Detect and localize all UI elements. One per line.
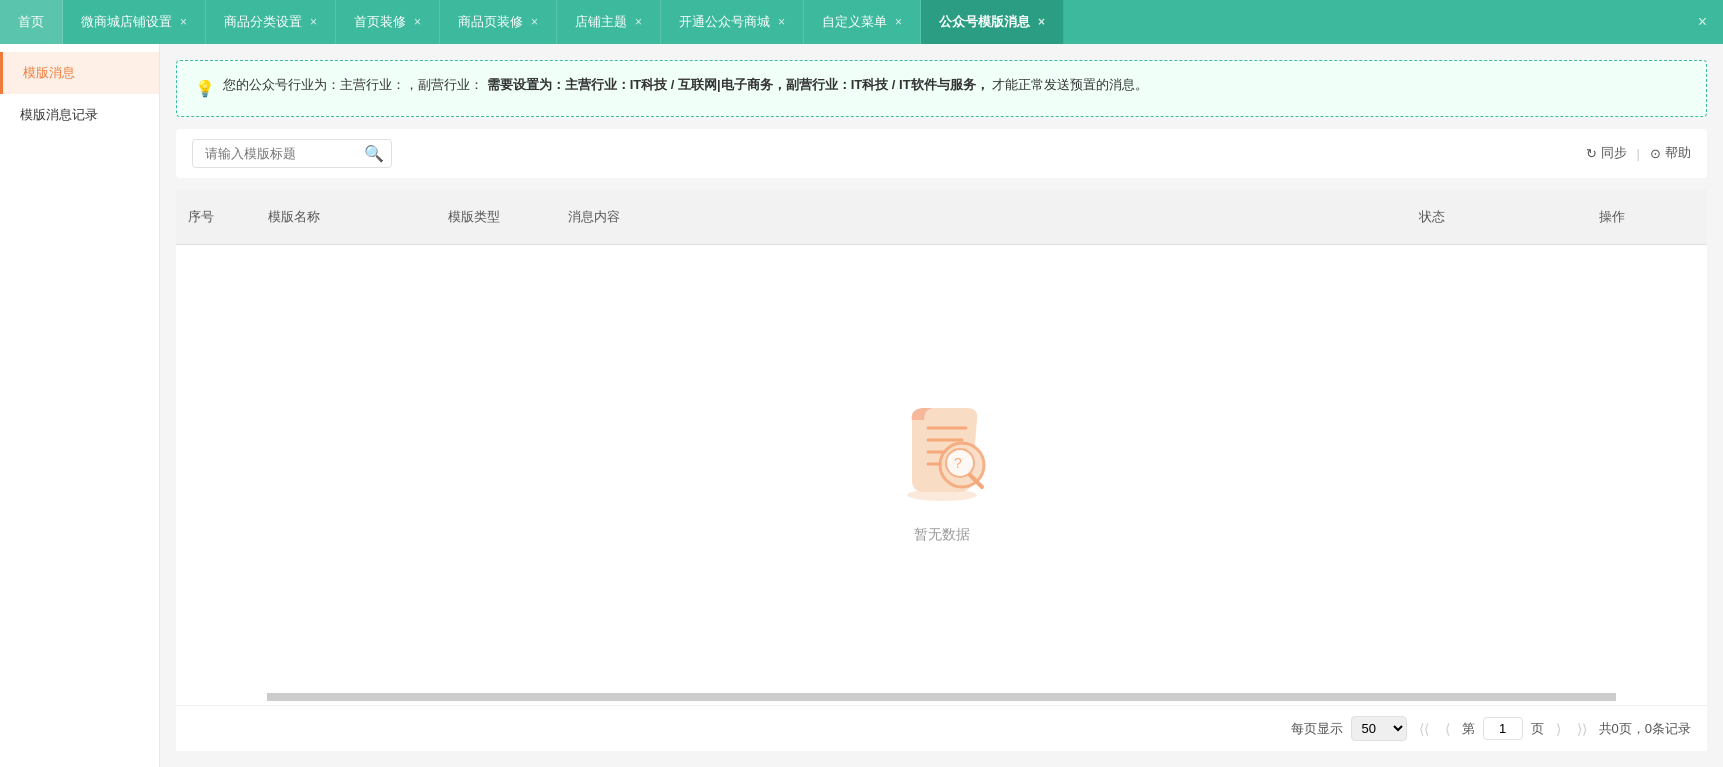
notice-text: 您的公众号行业为：主营行业：，副营行业： 需要设置为：主营行业：IT科技 / 互… bbox=[223, 75, 1148, 96]
global-close-button[interactable]: × bbox=[1682, 13, 1723, 31]
th-index: 序号 bbox=[176, 200, 256, 234]
page-di-label: 第 bbox=[1462, 720, 1475, 738]
tab-home-decor[interactable]: 首页装修 × bbox=[336, 0, 440, 44]
help-button[interactable]: ⊙ 帮助 bbox=[1650, 144, 1691, 162]
content-area: 💡 您的公众号行业为：主营行业：，副营行业： 需要设置为：主营行业：IT科技 /… bbox=[160, 44, 1723, 767]
sync-label: 同步 bbox=[1601, 144, 1627, 162]
sync-icon: ↻ bbox=[1586, 146, 1597, 161]
pagination: 每页显示 50 10 20 100 ⟨⟨ ⟨ 第 页 ⟩ ⟩⟩ 共0页，0条记录 bbox=[176, 705, 1707, 751]
page-total: 共0页，0条记录 bbox=[1599, 720, 1691, 738]
prev-page-button[interactable]: ⟨ bbox=[1441, 719, 1454, 739]
notice-suffix: 才能正常发送预置的消息。 bbox=[992, 77, 1148, 92]
main-layout: 模版消息 模版消息记录 💡 您的公众号行业为：主营行业：，副营行业： 需要设置为… bbox=[0, 44, 1723, 767]
tab-product-decor-label: 商品页装修 bbox=[458, 13, 523, 31]
close-tab-wechat-template-msg[interactable]: × bbox=[1038, 15, 1045, 29]
tab-open-wechat-shop-label: 开通公众号商城 bbox=[679, 13, 770, 31]
close-tab-wsc-shop-setting[interactable]: × bbox=[180, 15, 187, 29]
th-name: 模版名称 bbox=[256, 200, 436, 234]
page-size-label: 每页显示 bbox=[1291, 720, 1343, 738]
notice-highlight: 需要设置为：主营行业：IT科技 / 互联网|电子商务，副营行业：IT科技 / I… bbox=[487, 77, 989, 92]
notice-icon: 💡 bbox=[195, 76, 215, 102]
sidebar-item-template-message-log[interactable]: 模版消息记录 bbox=[0, 94, 159, 136]
tab-home-decor-label: 首页装修 bbox=[354, 13, 406, 31]
table-body: ? 暂无数据 bbox=[176, 245, 1707, 689]
toolbar: 🔍 ↻ 同步 | ⊙ 帮助 bbox=[176, 129, 1707, 178]
tab-custom-menu[interactable]: 自定义菜单 × bbox=[804, 0, 921, 44]
close-tab-home-decor[interactable]: × bbox=[414, 15, 421, 29]
page-unit: 页 bbox=[1531, 720, 1544, 738]
tab-custom-menu-label: 自定义菜单 bbox=[822, 13, 887, 31]
page-size-select[interactable]: 50 10 20 100 bbox=[1351, 716, 1407, 741]
close-tab-open-wechat-shop[interactable]: × bbox=[778, 15, 785, 29]
tab-product-decor[interactable]: 商品页装修 × bbox=[440, 0, 557, 44]
close-tab-product-decor[interactable]: × bbox=[531, 15, 538, 29]
last-page-button[interactable]: ⟩⟩ bbox=[1573, 719, 1591, 739]
sidebar: 模版消息 模版消息记录 bbox=[0, 44, 160, 767]
th-action: 操作 bbox=[1587, 200, 1707, 234]
notice-box: 💡 您的公众号行业为：主营行业：，副营行业： 需要设置为：主营行业：IT科技 /… bbox=[176, 60, 1707, 117]
empty-illustration: ? bbox=[882, 390, 1002, 510]
th-type: 模版类型 bbox=[436, 200, 556, 234]
close-tab-custom-menu[interactable]: × bbox=[895, 15, 902, 29]
close-tab-shop-theme[interactable]: × bbox=[635, 15, 642, 29]
search-button[interactable]: 🔍 bbox=[364, 144, 384, 163]
search-icon: 🔍 bbox=[364, 145, 384, 162]
table-header: 序号 模版名称 模版类型 消息内容 状态 操作 bbox=[176, 190, 1707, 245]
sync-button[interactable]: ↻ 同步 bbox=[1586, 144, 1627, 162]
empty-text: 暂无数据 bbox=[914, 526, 970, 544]
tab-home-label: 首页 bbox=[18, 13, 44, 31]
tab-wechat-template-msg-label: 公众号模版消息 bbox=[939, 13, 1030, 31]
next-page-button[interactable]: ⟩ bbox=[1552, 719, 1565, 739]
close-tab-product-category[interactable]: × bbox=[310, 15, 317, 29]
table-wrapper: 序号 模版名称 模版类型 消息内容 状态 操作 bbox=[176, 190, 1707, 751]
tab-shop-theme-label: 店铺主题 bbox=[575, 13, 627, 31]
tab-wechat-template-msg[interactable]: 公众号模版消息 × bbox=[921, 0, 1064, 44]
tab-product-category-label: 商品分类设置 bbox=[224, 13, 302, 31]
th-status: 状态 bbox=[1407, 200, 1587, 234]
tab-shop-theme[interactable]: 店铺主题 × bbox=[557, 0, 661, 44]
tab-wsc-shop-setting[interactable]: 微商城店铺设置 × bbox=[63, 0, 206, 44]
tab-open-wechat-shop[interactable]: 开通公众号商城 × bbox=[661, 0, 804, 44]
tab-bar: 首页 微商城店铺设置 × 商品分类设置 × 首页装修 × 商品页装修 × 店铺主… bbox=[0, 0, 1723, 44]
first-page-button[interactable]: ⟨⟨ bbox=[1415, 719, 1433, 739]
sidebar-item-template-message-label: 模版消息 bbox=[23, 65, 75, 80]
toolbar-right: ↻ 同步 | ⊙ 帮助 bbox=[1586, 144, 1691, 162]
help-label: 帮助 bbox=[1665, 144, 1691, 162]
tab-product-category[interactable]: 商品分类设置 × bbox=[206, 0, 336, 44]
horizontal-scrollbar[interactable] bbox=[192, 693, 1691, 701]
svg-text:?: ? bbox=[954, 455, 962, 471]
search-input[interactable] bbox=[192, 139, 392, 168]
sidebar-item-template-message-log-label: 模版消息记录 bbox=[20, 107, 98, 122]
notice-prefix: 您的公众号行业为：主营行业：，副营行业： bbox=[223, 77, 483, 92]
search-area: 🔍 bbox=[192, 139, 384, 168]
divider: | bbox=[1637, 146, 1640, 161]
sidebar-item-template-message[interactable]: 模版消息 bbox=[0, 52, 159, 94]
current-page-input[interactable] bbox=[1483, 717, 1523, 740]
tab-wsc-shop-setting-label: 微商城店铺设置 bbox=[81, 13, 172, 31]
help-icon: ⊙ bbox=[1650, 146, 1661, 161]
th-content: 消息内容 bbox=[556, 200, 1407, 234]
tab-home[interactable]: 首页 bbox=[0, 0, 63, 44]
